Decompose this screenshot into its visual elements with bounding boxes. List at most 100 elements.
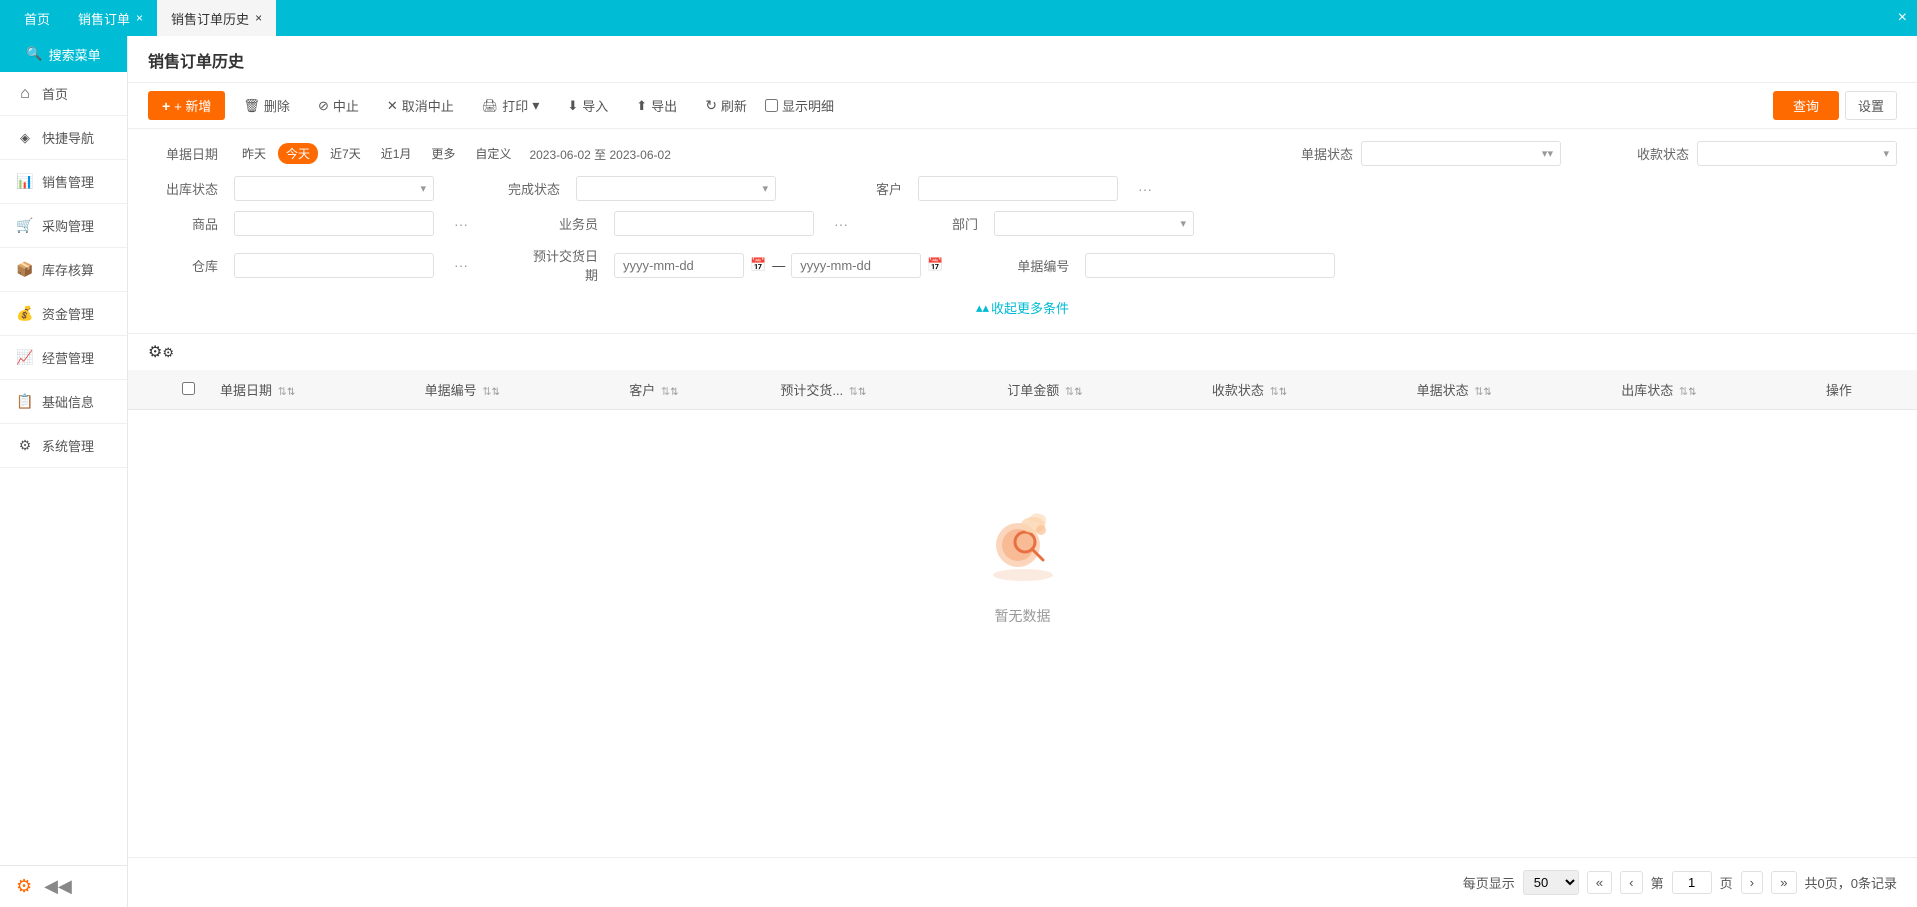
refresh-button[interactable]: 刷新 xyxy=(695,92,757,119)
top-bar: 首页 销售订单 × 销售订单历史 × × xyxy=(0,0,1917,36)
table-settings-icon[interactable]: ⚙ xyxy=(148,342,174,362)
th-doc-status[interactable]: 单据状态 ⇅ xyxy=(1405,370,1610,410)
empty-state-illustration xyxy=(973,490,1073,590)
sidebar-item-operations[interactable]: 经营管理 xyxy=(0,336,127,380)
export-button[interactable]: 导出 xyxy=(626,92,687,119)
settings-button[interactable]: 设置 xyxy=(1845,91,1897,120)
status-select[interactable] xyxy=(1361,141,1561,166)
sidebar-item-base[interactable]: 基础信息 xyxy=(0,380,127,424)
sidebar-search-label: 搜索菜单 xyxy=(49,45,101,64)
delete-button[interactable]: 删除 xyxy=(233,92,300,119)
doc-number-input[interactable] xyxy=(1085,253,1335,278)
sidebar-item-system[interactable]: 系统管理 xyxy=(0,424,127,468)
sidebar-collapse-icon[interactable]: ◀◀ xyxy=(44,876,72,897)
print-icon xyxy=(482,97,499,114)
sidebar-item-quick-nav-label: 快捷导航 xyxy=(42,128,94,147)
goods-input[interactable] xyxy=(234,211,434,236)
expected-date-end[interactable] xyxy=(791,253,921,278)
sidebar-item-home[interactable]: 首页 xyxy=(0,72,127,116)
new-button-label: + 新增 xyxy=(174,96,211,115)
th-order-amount-label: 订单金额 xyxy=(1007,383,1059,398)
tab-sales-order[interactable]: 销售订单 × xyxy=(64,0,157,36)
toolbar: + 新增 删除 中止 取消中止 打印 导入 xyxy=(128,83,1917,129)
warehouse-dots-btn[interactable]: ··· xyxy=(450,257,472,273)
print-button-label: 打印 xyxy=(502,96,528,115)
window-close-button[interactable]: × xyxy=(1898,9,1907,27)
sidebar-item-home-label: 首页 xyxy=(42,84,68,103)
filter-row-1: 单据日期 昨天 今天 近7天 近1月 更多 自定义 2023-06-02 至 2… xyxy=(148,141,1897,166)
goods-dots-btn[interactable]: ··· xyxy=(450,216,472,232)
sort-customer-icon: ⇅ xyxy=(661,387,679,398)
content-area: 销售订单历史 + 新增 删除 中止 取消中止 打印 xyxy=(128,36,1917,907)
department-select[interactable] xyxy=(994,211,1194,236)
th-doc-date[interactable]: 单据日期 ⇅ xyxy=(208,370,413,410)
current-page-input[interactable] xyxy=(1672,871,1712,894)
goods-label: 商品 xyxy=(148,214,218,233)
sidebar-item-inventory[interactable]: 库存核算 xyxy=(0,248,127,292)
date-chip-yesterday[interactable]: 昨天 xyxy=(234,143,274,164)
collapse-filter-btn[interactable]: ▴ 收起更多条件 xyxy=(148,294,1897,321)
display-toggle-checkbox[interactable] xyxy=(765,99,778,112)
stop-button-label: 中止 xyxy=(333,96,359,115)
tab-sales-order-close[interactable]: × xyxy=(136,11,143,25)
date-chip-last1month[interactable]: 近1月 xyxy=(373,143,420,164)
calendar-end-icon[interactable] xyxy=(927,257,943,273)
date-chip-last7[interactable]: 近7天 xyxy=(322,143,369,164)
date-chip-more[interactable]: 更多 xyxy=(423,143,463,164)
th-operation-label: 操作 xyxy=(1826,383,1852,398)
home-icon xyxy=(16,85,34,103)
warehouse-label: 仓库 xyxy=(148,256,218,275)
cancel-stop-button[interactable]: 取消中止 xyxy=(377,92,464,119)
stop-button[interactable]: 中止 xyxy=(308,92,369,119)
th-order-amount[interactable]: 订单金额 ⇅ xyxy=(995,370,1200,410)
new-button[interactable]: + 新增 xyxy=(148,91,225,120)
payment-status-select[interactable] xyxy=(1697,141,1897,166)
finance-icon xyxy=(16,305,34,323)
th-doc-status-label: 单据状态 xyxy=(1417,383,1469,398)
th-doc-number[interactable]: 单据编号 ⇅ xyxy=(413,370,618,410)
customer-input[interactable] xyxy=(918,176,1118,201)
calendar-start-icon[interactable] xyxy=(750,257,766,273)
page-header: 销售订单历史 xyxy=(128,36,1917,83)
complete-status-select[interactable] xyxy=(576,176,776,201)
th-expected-date[interactable]: 预计交货... ⇅ xyxy=(768,370,995,410)
pagination: 每页显示 50 100 200 « ‹ 第 页 › » 共0页，0条记录 xyxy=(128,857,1917,907)
tab-sales-order-history[interactable]: 销售订单历史 × xyxy=(157,0,276,36)
date-chip-today[interactable]: 今天 xyxy=(278,143,318,164)
tab-sales-order-history-close[interactable]: × xyxy=(255,11,262,25)
prev-page-btn[interactable]: ‹ xyxy=(1620,871,1642,894)
warehouse-input[interactable] xyxy=(234,253,434,278)
first-page-btn[interactable]: « xyxy=(1587,871,1612,894)
page-size-select[interactable]: 50 100 200 xyxy=(1523,870,1579,895)
th-delivery-status-label: 出库状态 xyxy=(1621,383,1673,398)
import-button[interactable]: 导入 xyxy=(557,92,618,119)
sidebar-item-purchase[interactable]: 采购管理 xyxy=(0,204,127,248)
delivery-status-select[interactable] xyxy=(234,176,434,201)
expected-date-start[interactable] xyxy=(614,253,744,278)
page-size-label: 每页显示 xyxy=(1463,873,1515,892)
sidebar-item-finance[interactable]: 资金管理 xyxy=(0,292,127,336)
customer-dots-btn[interactable]: ··· xyxy=(1134,181,1156,197)
salesperson-dots-btn[interactable]: ··· xyxy=(830,216,852,232)
th-delivery-status[interactable]: 出库状态 ⇅ xyxy=(1609,370,1814,410)
tab-sales-order-label: 销售订单 xyxy=(78,9,130,28)
sidebar-item-sales[interactable]: 销售管理 xyxy=(0,160,127,204)
query-button-label: 查询 xyxy=(1793,96,1819,115)
sidebar-item-quick-nav[interactable]: 快捷导航 xyxy=(0,116,127,160)
next-page-btn[interactable]: › xyxy=(1741,871,1763,894)
sidebar-search[interactable]: 搜索菜单 xyxy=(0,36,127,72)
print-button[interactable]: 打印 xyxy=(472,92,550,119)
date-chip-custom[interactable]: 自定义 xyxy=(467,143,519,164)
th-payment-status[interactable]: 收款状态 ⇅ xyxy=(1200,370,1405,410)
sidebar-settings-icon[interactable]: ⚙ xyxy=(16,876,32,897)
payment-status-filter-label: 收款状态 xyxy=(1637,144,1689,163)
total-records: 共0页，0条记录 xyxy=(1805,873,1897,892)
last-page-btn[interactable]: » xyxy=(1771,871,1796,894)
filter-row-3: 商品 ··· 业务员 ··· 部门 ▾ xyxy=(148,211,1897,236)
select-all-checkbox[interactable] xyxy=(182,382,195,395)
salesperson-input[interactable] xyxy=(614,211,814,236)
tab-home[interactable]: 首页 xyxy=(10,0,64,36)
query-button[interactable]: 查询 xyxy=(1773,91,1839,120)
tab-sales-order-history-label: 销售订单历史 xyxy=(171,9,249,28)
th-customer[interactable]: 客户 ⇅ xyxy=(617,370,768,410)
